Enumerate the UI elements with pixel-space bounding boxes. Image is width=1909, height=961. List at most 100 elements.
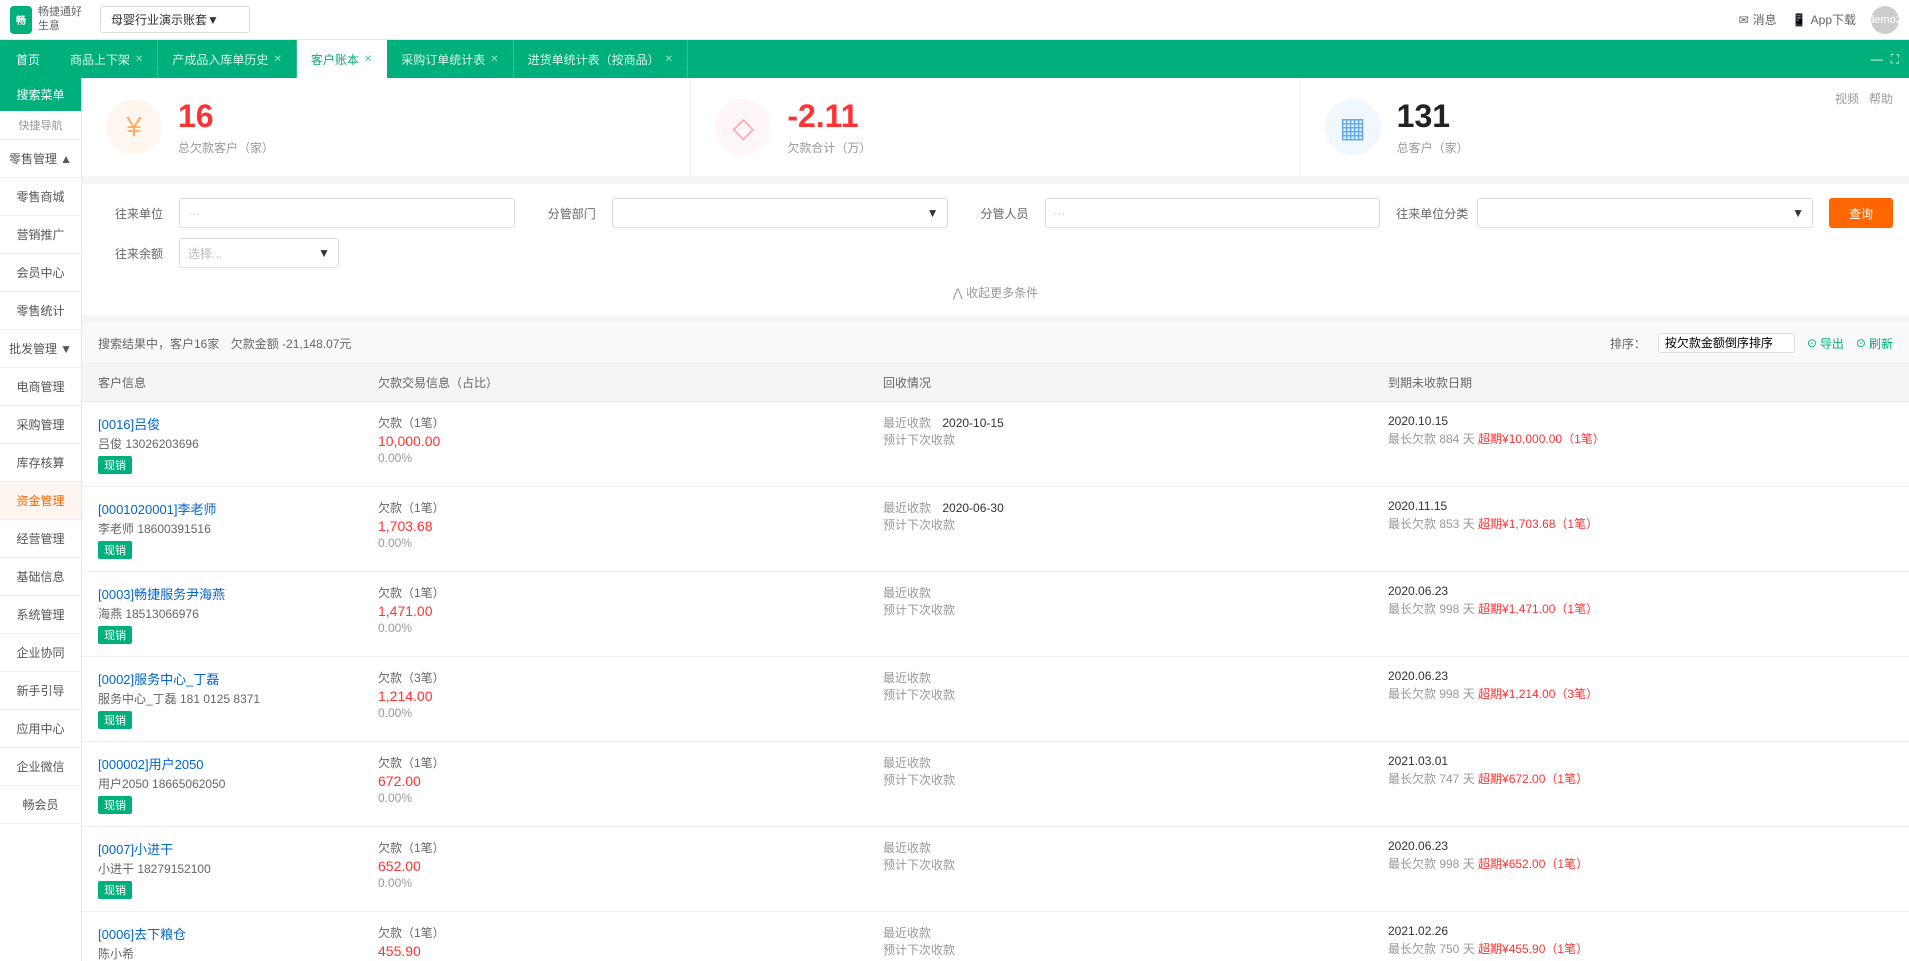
table-row: [0003]畅捷服务尹海燕 海燕 18513066976 现销 欠款（1笔） 1… [82,572,1909,657]
maximize-icon[interactable]: ⛶ [1891,52,1899,67]
overdue-link[interactable]: 超期¥652.00（1笔） [1478,857,1588,871]
content-area: ¥ 16 总欠款客户（家） ◇ -2.11 欠款合计（万） ▦ 131 总客户（… [82,78,1909,961]
overdue-link[interactable]: 超期¥10,000.00（1笔） [1478,432,1605,446]
due-date-cell: 2020.10.15 最长欠款 884 天 超期¥10,000.00（1笔） [1388,414,1893,447]
debt-percent: 0.00% [378,536,883,550]
stat-card-total-customers: ▦ 131 总客户（家） 视频 帮助 [1301,78,1909,176]
collection-cell: 最近收款 预计下次收款 [883,754,1388,788]
sidebar-search[interactable]: 搜索菜单 [0,78,81,111]
customer-name[interactable]: [0006]去下粮仓 [98,924,378,943]
customer-name[interactable]: [0016]吕俊 [98,414,378,433]
tab-purchase-stats[interactable]: 采购订单统计表 ✕ [387,40,513,78]
overdue-link[interactable]: 超期¥1,471.00（1笔） [1478,602,1598,616]
app-download-btn[interactable]: 📱 App下载 [1792,11,1856,28]
minimize-icon[interactable]: — [1871,52,1883,66]
dept-input[interactable]: ▼ [612,198,948,228]
customer-phone: 用户2050 18665062050 [98,775,378,792]
customer-name[interactable]: [0007]小进干 [98,839,378,858]
collapse-bar[interactable]: ⋀ 收起更多条件 [98,278,1893,307]
sidebar-item-retail-mgmt[interactable]: 零售管理 ▲ [0,140,81,178]
manager-label: 分管人员 [964,205,1029,222]
customer-phone: 小进干 18279152100 [98,860,378,877]
sidebar-item-batch-mgmt[interactable]: 批发管理 ▼ [0,330,81,368]
stat-icon-yuan: ¥ [106,99,162,155]
sidebar-item-purchase-mgmt[interactable]: 采购管理 [0,406,81,444]
sidebar-item-retail-store[interactable]: 零售商城 [0,178,81,216]
user-profile[interactable]: demo2 [1871,6,1899,34]
customer-name[interactable]: [000002]用户2050 [98,754,378,773]
balance-input[interactable]: 选择... ▼ [179,238,339,268]
help-link[interactable]: 帮助 [1869,90,1893,107]
sidebar-item-enterprise-collab[interactable]: 企业协同 [0,634,81,672]
sidebar-item-system-mgmt[interactable]: 系统管理 [0,596,81,634]
tab-close-products-off[interactable]: ✕ [135,54,143,65]
sidebar-item-member-center[interactable]: 会员中心 [0,254,81,292]
sidebar-item-ecommerce[interactable]: 电商管理 [0,368,81,406]
tab-purchase-by-product[interactable]: 进货单统计表（按商品） ✕ [514,40,688,78]
customer-name[interactable]: [0001020001]李老师 [98,499,378,518]
table-row: [0001020001]李老师 李老师 18600391516 现销 欠款（1笔… [82,487,1909,572]
sidebar-item-inventory[interactable]: 库存核算 [0,444,81,482]
overdue-info: 最长欠款 884 天 超期¥10,000.00（1笔） [1388,430,1893,447]
debt-amount-label: 欠款合计（万） [787,139,871,156]
customer-tag: 现销 [98,626,132,644]
store-selector[interactable]: 母婴行业演示账套 ▼ [100,6,250,33]
export-icon: ⊙ [1807,336,1817,350]
debt-count: 欠款（1笔） [378,754,883,771]
tab-products-off[interactable]: 商品上下架 ✕ [56,40,158,78]
sidebar-item-member[interactable]: 畅会员 [0,786,81,824]
sidebar-item-ops-mgmt[interactable]: 经营管理 [0,520,81,558]
tab-product-history[interactable]: 产成品入库单历史 ✕ [158,40,296,78]
export-btn[interactable]: ⊙ 导出 [1807,335,1844,352]
sidebar-item-enterprise-wechat[interactable]: 企业微信 [0,748,81,786]
debt-info-cell: 欠款（1笔） 10,000.00 0.00% [378,414,883,465]
tab-close-product-history[interactable]: ✕ [273,54,281,65]
tab-close-purchase-by-product[interactable]: ✕ [665,54,673,65]
balance-label: 往来余额 [98,245,163,262]
sidebar-item-basic-info[interactable]: 基础信息 [0,558,81,596]
overdue-link[interactable]: 超期¥1,214.00（3笔） [1478,687,1598,701]
sidebar-item-retail-stats[interactable]: 零售统计 [0,292,81,330]
search-button[interactable]: 查询 [1829,198,1893,228]
debt-percent: 0.00% [378,791,883,805]
results-bar: 搜索结果中，客户16家 欠款金额 -21,148.07元 排序： 按欠款金额倒序… [82,323,1909,364]
overdue-link[interactable]: 超期¥455.90（1笔） [1478,942,1588,956]
tab-close-purchase-stats[interactable]: ✕ [490,54,498,65]
main-layout: 搜索菜单 快捷导航 零售管理 ▲ 零售商城 营销推广 会员中心 零售统计 批发管… [0,78,1909,961]
supplier-input[interactable]: ··· [179,198,515,228]
debt-amount: 1,214.00 [378,688,883,704]
tab-bar: 首页 商品上下架 ✕ 产成品入库单历史 ✕ 客户账本 ✕ 采购订单统计表 ✕ 进… [0,40,1909,78]
due-date: 2020.11.15 [1388,499,1893,513]
chevron-up-icon: ⋀ [953,286,963,300]
customer-tag: 现销 [98,456,132,474]
tab-close-customer-account[interactable]: ✕ [364,54,372,65]
sidebar-item-newbie[interactable]: 新手引导 [0,672,81,710]
sort-select[interactable]: 按欠款金额倒序排序 [1658,333,1795,353]
sidebar-item-finance-mgmt[interactable]: 资金管理 [0,482,81,520]
refresh-btn[interactable]: ⊙ 刷新 [1856,335,1893,352]
manager-input[interactable]: ··· [1045,198,1381,228]
table-row: [0007]小进干 小进干 18279152100 现销 欠款（1笔） 652.… [82,827,1909,912]
stat-icon-diamond: ◇ [715,99,771,155]
filter-row-1: 往来单位 ··· 分管部门 ▼ 分管人员 ··· 往来单位分类 ▼ [98,198,1893,228]
sidebar-item-app-center[interactable]: 应用中心 [0,710,81,748]
debt-info-cell: 欠款（1笔） 1,471.00 0.00% [378,584,883,635]
overdue-link[interactable]: 超期¥1,703.68（1笔） [1478,517,1598,531]
customer-phone: 服务中心_丁磊 181 0125 8371 [98,690,378,707]
customer-name[interactable]: [0002]服务中心_丁磊 [98,669,378,688]
phone-icon: 📱 [1792,13,1807,27]
total-customers-value: 131 [1397,98,1469,135]
video-link[interactable]: 视频 [1835,90,1859,107]
customer-name[interactable]: [0003]畅捷服务尹海燕 [98,584,378,603]
header-due-date: 到期未收款日期 [1388,374,1893,391]
due-date: 2020.10.15 [1388,414,1893,428]
stat-icon-building: ▦ [1325,99,1381,155]
tab-home[interactable]: 首页 [0,40,56,78]
due-date: 2021.03.01 [1388,754,1893,768]
message-btn[interactable]: ✉ 消息 [1739,11,1777,28]
debt-info-cell: 欠款（1笔） 652.00 0.00% [378,839,883,890]
overdue-link[interactable]: 超期¥672.00（1笔） [1478,772,1588,786]
tab-customer-account[interactable]: 客户账本 ✕ [297,40,387,78]
category-input[interactable]: ▼ [1477,198,1813,228]
sidebar-item-marketing[interactable]: 营销推广 [0,216,81,254]
